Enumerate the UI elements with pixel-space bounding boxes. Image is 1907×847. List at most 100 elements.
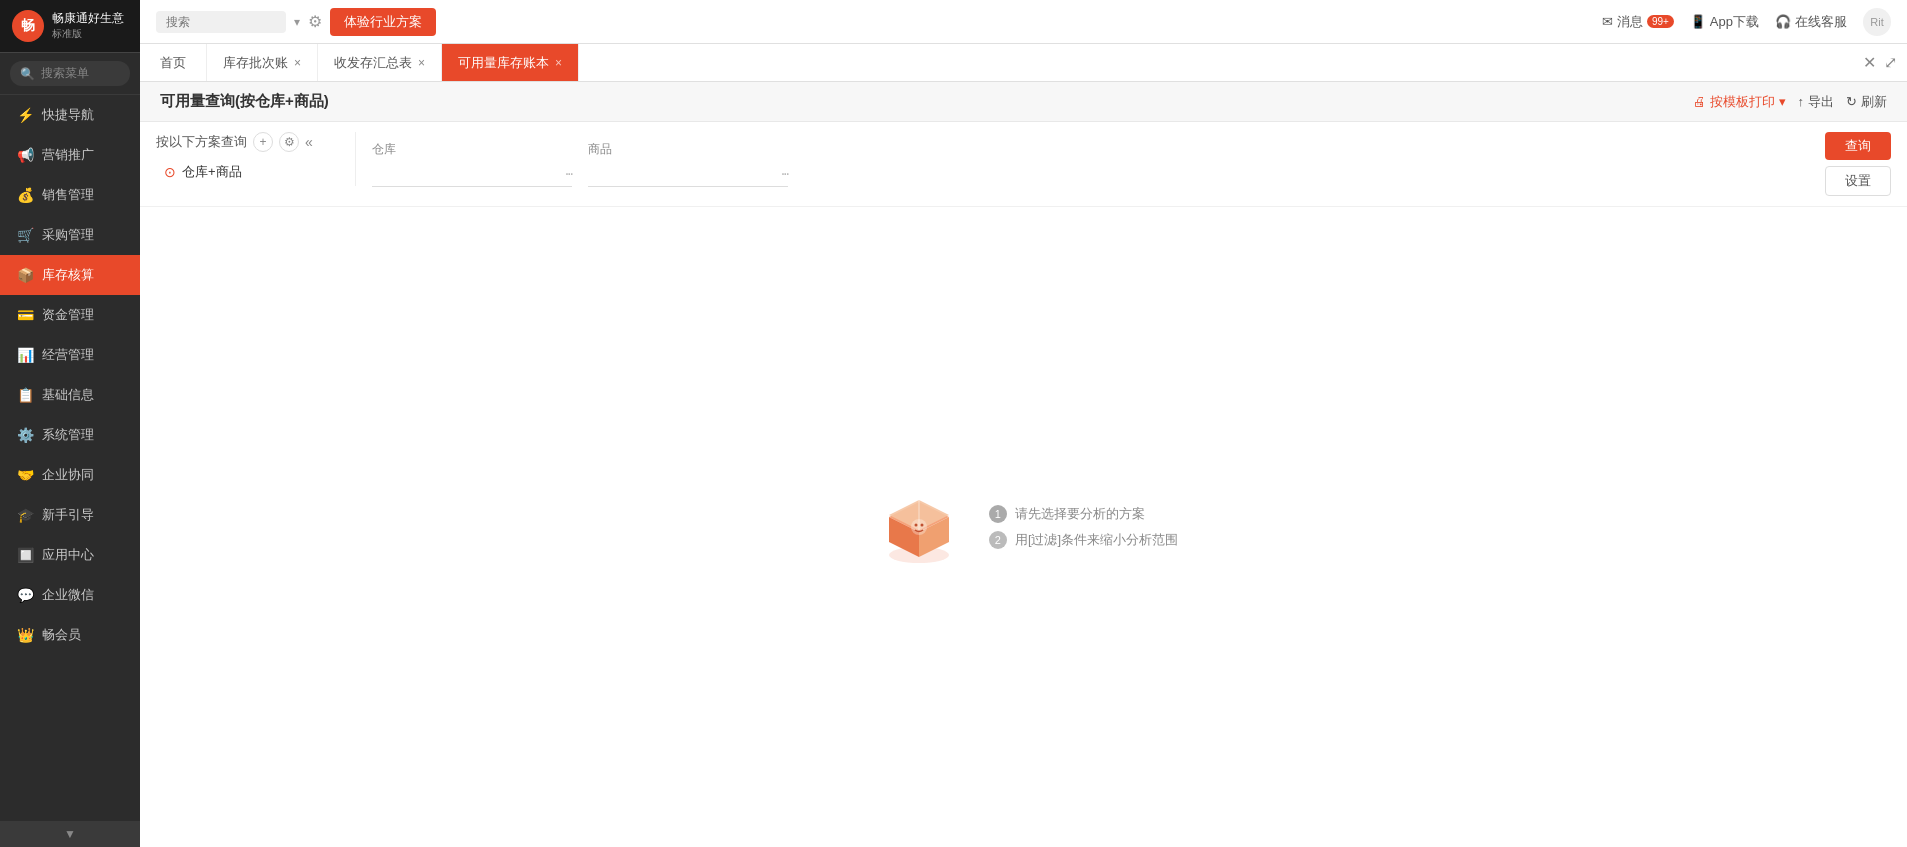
scheme-item-warehouse-product[interactable]: ⊙ 仓库+商品 <box>156 158 343 186</box>
message-label: 消息 <box>1617 13 1643 31</box>
sidebar-item-system[interactable]: ⚙️ 系统管理 <box>0 415 140 455</box>
sidebar-item-member[interactable]: 👑 畅会员 <box>0 615 140 655</box>
sidebar-item-wechat[interactable]: 💬 企业微信 <box>0 575 140 615</box>
scheme-item-label: 仓库+商品 <box>182 163 242 181</box>
sidebar-item-label: 经营管理 <box>42 346 94 364</box>
product-field-label: 商品 <box>588 141 788 158</box>
empty-box-svg <box>869 477 969 577</box>
topbar-right: ✉ 消息 99+ 📱 App下载 🎧 在线客服 Rit <box>1602 8 1891 36</box>
warehouse-more-icon[interactable]: ··· <box>565 165 572 183</box>
sidebar-logo: 畅 <box>12 10 44 42</box>
tab-batch-ledger-close[interactable]: × <box>294 56 301 70</box>
inventory-icon: 📦 <box>16 266 34 284</box>
warehouse-field-label: 仓库 <box>372 141 572 158</box>
warehouse-input[interactable]: ··· <box>372 162 572 187</box>
sidebar-item-guide[interactable]: 🎓 新手引导 <box>0 495 140 535</box>
sidebar-item-label: 应用中心 <box>42 546 94 564</box>
topbar-dropdown-arrow[interactable]: ▾ <box>294 15 300 29</box>
tab-receipt-summary-close[interactable]: × <box>418 56 425 70</box>
tab-receipt-summary[interactable]: 收发存汇总表 × <box>318 44 442 81</box>
sidebar-nav: ⚡ 快捷导航 📢 营销推广 💰 销售管理 🛒 采购管理 📦 库存核算 💳 资金管… <box>0 95 140 821</box>
sidebar-item-label: 企业微信 <box>42 586 94 604</box>
sidebar-item-label: 系统管理 <box>42 426 94 444</box>
sidebar-item-sales[interactable]: 💰 销售管理 <box>0 175 140 215</box>
tip-number-1: 1 <box>989 505 1007 523</box>
topbar: ▾ ⚙ 体验行业方案 ✉ 消息 99+ 📱 App下载 🎧 在线客服 Rit <box>140 0 1907 44</box>
sidebar-item-operation[interactable]: 📊 经营管理 <box>0 335 140 375</box>
sidebar-header: 畅 畅康通好生意 标准版 <box>0 0 140 53</box>
industry-solution-button[interactable]: 体验行业方案 <box>330 8 436 36</box>
tip-number-2: 2 <box>989 531 1007 549</box>
print-template-button[interactable]: 🖨 按模板打印 ▾ <box>1693 93 1786 111</box>
svg-point-7 <box>914 524 917 527</box>
sidebar-search-btn[interactable]: 🔍 搜索菜单 <box>10 61 130 86</box>
product-field: 商品 ··· <box>588 141 788 187</box>
customer-service-label: 在线客服 <box>1795 13 1847 31</box>
sidebar-item-marketing[interactable]: 📢 营销推广 <box>0 135 140 175</box>
tip-text-2: 用[过滤]条件来缩小分析范围 <box>1015 531 1178 549</box>
settings-scheme-button[interactable]: ⚙ <box>279 132 299 152</box>
basic-icon: 📋 <box>16 386 34 404</box>
system-icon: ⚙️ <box>16 426 34 444</box>
sidebar-item-basic[interactable]: 📋 基础信息 <box>0 375 140 415</box>
settings-button[interactable]: 设置 <box>1825 166 1891 196</box>
printer-icon: 🖨 <box>1693 94 1706 109</box>
customer-service-button[interactable]: 🎧 在线客服 <box>1775 13 1847 31</box>
enterprise-icon: 🤝 <box>16 466 34 484</box>
export-button[interactable]: ↑ 导出 <box>1798 93 1835 111</box>
tabs-bar: 首页 库存批次账 × 收发存汇总表 × 可用量库存账本 × ✕ ⤢ <box>140 44 1907 82</box>
sidebar-item-label: 基础信息 <box>42 386 94 404</box>
user-name: Rit <box>1870 16 1883 28</box>
tab-available-qty-close[interactable]: × <box>555 56 562 70</box>
sidebar-item-quick-nav[interactable]: ⚡ 快捷导航 <box>0 95 140 135</box>
sidebar-item-purchase[interactable]: 🛒 采购管理 <box>0 215 140 255</box>
sidebar-search-area[interactable]: 🔍 搜索菜单 <box>0 53 140 95</box>
warehouse-field: 仓库 ··· <box>372 141 572 187</box>
topbar-search-input[interactable] <box>156 11 286 33</box>
print-template-label: 按模板打印 <box>1710 93 1775 111</box>
headset-icon: 🎧 <box>1775 14 1791 29</box>
sidebar: 畅 畅康通好生意 标准版 🔍 搜索菜单 ⚡ 快捷导航 📢 营销推广 💰 销售管理… <box>0 0 140 847</box>
collapse-schemes-icon[interactable]: « <box>305 134 313 150</box>
filter-fields: 仓库 ··· 商品 ··· 查询 设置 <box>356 132 1891 196</box>
quick-nav-icon: ⚡ <box>16 106 34 124</box>
sidebar-item-label: 资金管理 <box>42 306 94 324</box>
sidebar-item-inventory[interactable]: 📦 库存核算 <box>0 255 140 295</box>
filter-scheme-header: 按以下方案查询 + ⚙ « <box>156 132 343 152</box>
print-dropdown-arrow[interactable]: ▾ <box>1779 94 1786 109</box>
message-button[interactable]: ✉ 消息 99+ <box>1602 13 1674 31</box>
sidebar-scroll-down[interactable]: ▼ <box>0 821 140 847</box>
sidebar-item-label: 销售管理 <box>42 186 94 204</box>
topbar-gear-icon[interactable]: ⚙ <box>308 12 322 31</box>
refresh-button[interactable]: ↻ 刷新 <box>1846 93 1887 111</box>
sidebar-item-label: 新手引导 <box>42 506 94 524</box>
query-button[interactable]: 查询 <box>1825 132 1891 160</box>
sidebar-item-appstore[interactable]: 🔲 应用中心 <box>0 535 140 575</box>
finance-icon: 💳 <box>16 306 34 324</box>
sidebar-company-name: 畅康通好生意 <box>52 11 124 27</box>
app-download-label: App下载 <box>1710 13 1759 31</box>
tab-close-current-button[interactable]: ✕ <box>1863 53 1876 72</box>
tab-batch-ledger[interactable]: 库存批次账 × <box>207 44 318 81</box>
user-avatar[interactable]: Rit <box>1863 8 1891 36</box>
home-tab-label: 首页 <box>160 54 186 72</box>
empty-state: 1 请先选择要分析的方案 2 用[过滤]条件来缩小分析范围 <box>869 477 1178 577</box>
tab-available-qty[interactable]: 可用量库存账本 × <box>442 44 579 81</box>
guide-icon: 🎓 <box>16 506 34 524</box>
tab-receipt-summary-label: 收发存汇总表 <box>334 54 412 72</box>
sidebar-item-label: 库存核算 <box>42 266 94 284</box>
sidebar-item-label: 畅会员 <box>42 626 81 644</box>
product-more-icon[interactable]: ··· <box>781 165 788 183</box>
add-scheme-button[interactable]: + <box>253 132 273 152</box>
tab-expand-button[interactable]: ⤢ <box>1884 53 1897 72</box>
sidebar-item-finance[interactable]: 💳 资金管理 <box>0 295 140 335</box>
filter-area: 按以下方案查询 + ⚙ « ⊙ 仓库+商品 仓库 ··· 商品 <box>140 122 1907 207</box>
empty-illustration <box>869 477 969 577</box>
app-download-button[interactable]: 📱 App下载 <box>1690 13 1759 31</box>
sidebar-item-enterprise[interactable]: 🤝 企业协同 <box>0 455 140 495</box>
sales-icon: 💰 <box>16 186 34 204</box>
tab-home[interactable]: 首页 <box>140 44 207 81</box>
export-label: 导出 <box>1808 93 1834 111</box>
product-input[interactable]: ··· <box>588 162 788 187</box>
sidebar-search-label: 搜索菜单 <box>41 65 89 82</box>
